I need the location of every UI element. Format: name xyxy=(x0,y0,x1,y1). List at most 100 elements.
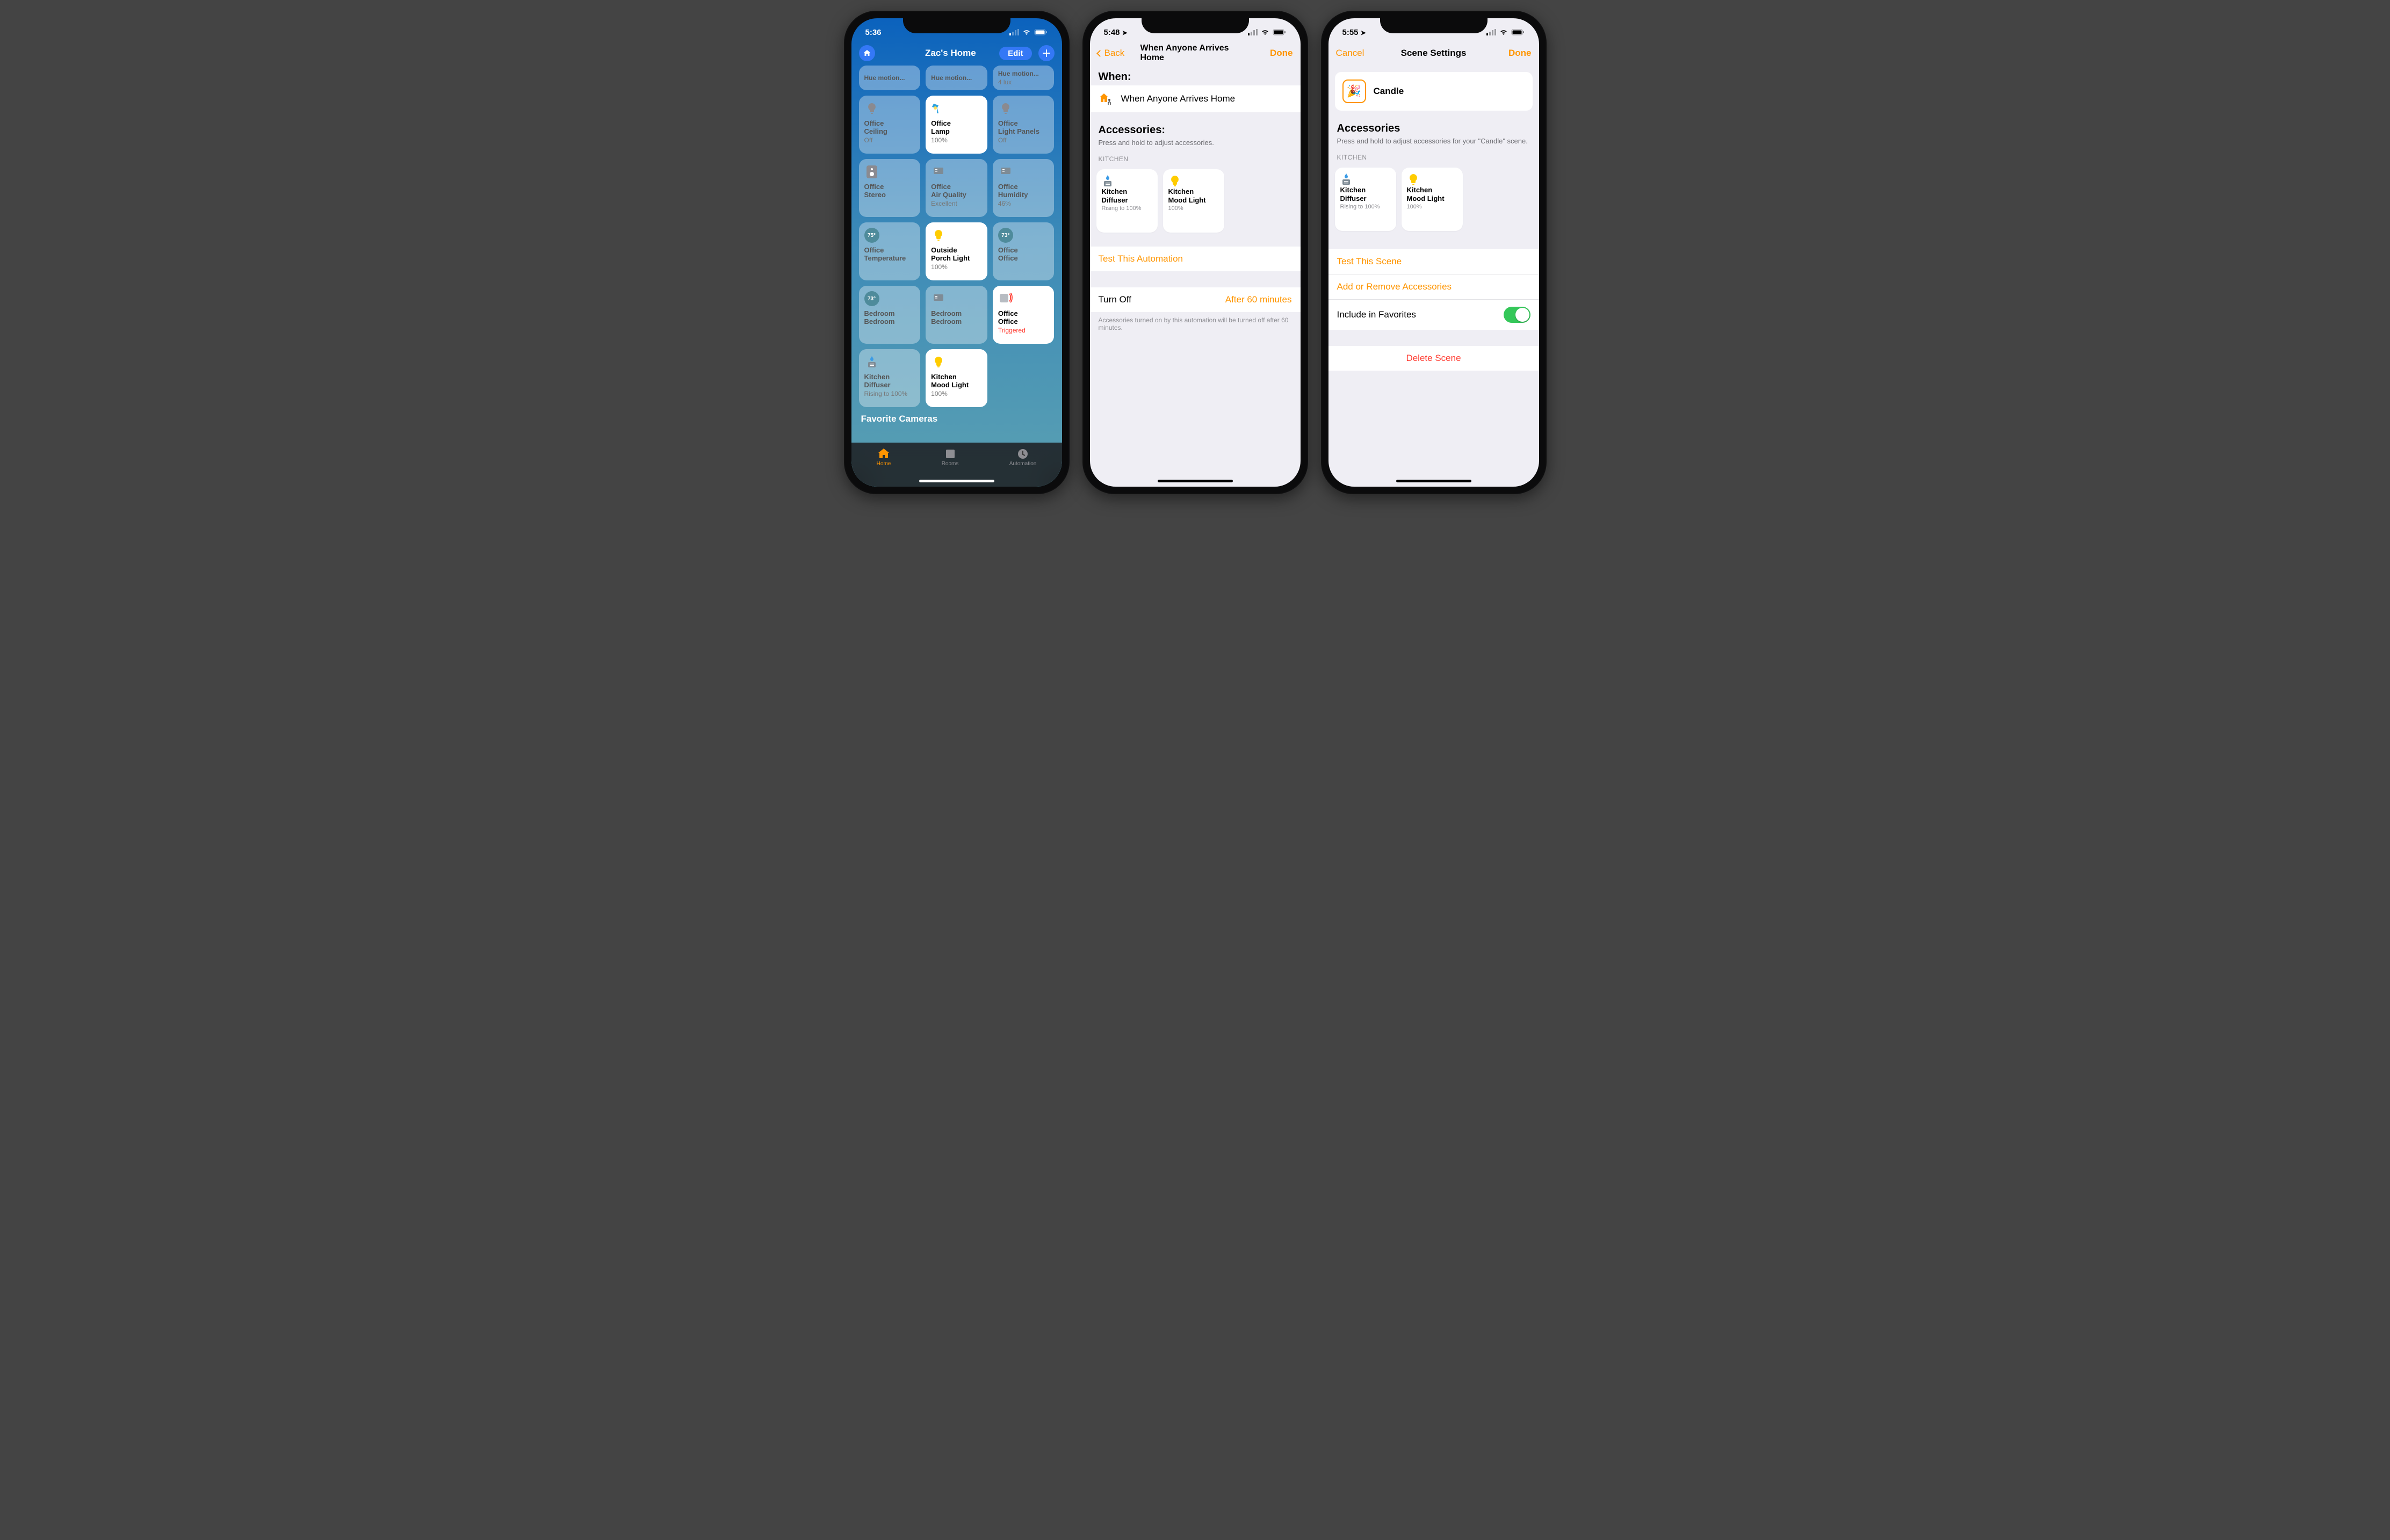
accessory-tile[interactable]: Office Air QualityExcellent xyxy=(926,159,987,217)
location-icon: ➤ xyxy=(1122,29,1128,37)
when-header: When: xyxy=(1090,66,1301,85)
phone-2-automation: 5:48 ➤ Back When Anyone Arrives Home Don… xyxy=(1082,11,1308,494)
air-icon xyxy=(998,164,1013,179)
tile-name: Office Light Panels xyxy=(998,119,1049,136)
tile-status: 100% xyxy=(931,390,982,397)
tile-status: 100% xyxy=(1168,205,1219,212)
status-time: 5:36 xyxy=(865,28,882,37)
tile-name: Office Office xyxy=(998,246,1049,263)
when-row[interactable]: When Anyone Arrives Home xyxy=(1090,85,1301,112)
chevron-left-icon xyxy=(1096,50,1103,57)
accessory-tile[interactable]: Kitchen DiffuserRising to 100% xyxy=(1335,168,1396,231)
group-kitchen: KITCHEN xyxy=(1328,149,1539,164)
diffuser-icon xyxy=(1340,173,1391,186)
cancel-button[interactable]: Cancel xyxy=(1336,48,1379,59)
diffuser-icon xyxy=(1102,175,1152,187)
wifi-icon xyxy=(1022,29,1031,35)
lamp-icon xyxy=(931,101,946,116)
home-indicator[interactable] xyxy=(1396,480,1471,482)
tile-name: Kitchen Mood Light xyxy=(931,373,982,389)
accessory-tile[interactable]: 73° Office Office xyxy=(993,222,1055,280)
accessory-tile[interactable]: Office Lamp100% xyxy=(926,96,987,154)
home-indicator[interactable] xyxy=(919,480,994,482)
accessory-tile[interactable]: Hue motion...4 lux xyxy=(993,66,1055,90)
add-button[interactable] xyxy=(1038,45,1055,61)
add-remove-accessories-button[interactable]: Add or Remove Accessories xyxy=(1328,274,1539,299)
tab-home[interactable]: Home xyxy=(877,447,891,487)
tile-status: 100% xyxy=(1407,204,1457,210)
tile-name: Bedroom Bedroom xyxy=(931,309,982,326)
tile-status: Off xyxy=(864,136,915,144)
tile-name: Kitchen Mood Light xyxy=(1168,187,1219,204)
test-automation-button[interactable]: Test This Automation xyxy=(1090,247,1301,271)
accessory-tile[interactable]: Kitchen Mood Light100% xyxy=(1402,168,1463,231)
tile-name: Office Ceiling xyxy=(864,119,915,136)
back-button[interactable]: Back xyxy=(1097,48,1140,59)
home-menu-button[interactable] xyxy=(859,45,875,61)
bulb-icon xyxy=(998,101,1013,116)
test-scene-button[interactable]: Test This Scene xyxy=(1328,249,1539,274)
phone-3-scene: 5:55 ➤ Cancel Scene Settings Done 🎉 Cand… xyxy=(1321,11,1547,494)
accessory-tile[interactable]: Office Humidity46% xyxy=(993,159,1055,217)
tile-name: Bedroom Bedroom xyxy=(864,309,915,326)
accessory-tile[interactable]: Kitchen Mood Light100% xyxy=(1163,169,1224,233)
scene-name-card[interactable]: 🎉 Candle xyxy=(1335,72,1533,111)
accessory-tile[interactable]: 73° Bedroom Bedroom xyxy=(859,286,921,344)
tile-status: 100% xyxy=(931,136,982,144)
tile-name: Hue motion... xyxy=(864,74,915,82)
include-favorites-toggle[interactable] xyxy=(1504,307,1530,323)
tile-status: Triggered xyxy=(998,327,1049,334)
status-time: 5:55 xyxy=(1342,28,1359,37)
bulb-icon xyxy=(1168,175,1219,187)
accessory-tile[interactable]: Office Stereo xyxy=(859,159,921,217)
page-title: When Anyone Arrives Home xyxy=(1140,44,1250,63)
air-icon xyxy=(931,164,946,179)
tile-name: Kitchen Diffuser xyxy=(1340,186,1391,203)
tile-name: Hue motion... xyxy=(931,74,982,82)
turn-off-footnote: Accessories turned on by this automation… xyxy=(1090,312,1301,336)
accessory-tile[interactable]: Office OfficeTriggered xyxy=(993,286,1055,344)
home-indicator[interactable] xyxy=(1158,480,1233,482)
tile-status: Rising to 100% xyxy=(864,390,915,397)
accessory-tile[interactable]: Kitchen Mood Light100% xyxy=(926,349,987,407)
favorite-cameras-header: Favorite Cameras xyxy=(861,414,1052,424)
tile-status: 4 lux xyxy=(998,78,1049,86)
temp-icon: 73° xyxy=(864,291,879,306)
phone-1-home: 5:36 Zac's Home Edit Hue motion...Hue mo… xyxy=(844,11,1070,494)
tile-name: Hue motion... xyxy=(998,70,1049,77)
accessory-tile[interactable]: Bedroom Bedroom xyxy=(926,286,987,344)
edit-button[interactable]: Edit xyxy=(999,47,1031,60)
temp-icon: 73° xyxy=(998,228,1013,243)
accessories-sub: Press and hold to adjust accessories. xyxy=(1090,139,1301,151)
done-button[interactable]: Done xyxy=(1489,48,1532,59)
battery-icon xyxy=(1511,29,1525,35)
party-popper-icon: 🎉 xyxy=(1342,79,1366,103)
accessory-tile[interactable]: Office CeilingOff xyxy=(859,96,921,154)
accessories-sub: Press and hold to adjust accessories for… xyxy=(1328,137,1539,149)
tile-status: Excellent xyxy=(931,200,982,207)
arrive-home-icon xyxy=(1099,92,1114,105)
tile-name: Office Temperature xyxy=(864,246,915,263)
accessory-tile[interactable]: Hue motion... xyxy=(926,66,987,90)
location-icon: ➤ xyxy=(1361,29,1366,37)
done-button[interactable]: Done xyxy=(1250,48,1293,59)
tile-name: Office Lamp xyxy=(931,119,982,136)
bulb-icon xyxy=(864,101,879,116)
accessory-tile[interactable]: Kitchen DiffuserRising to 100% xyxy=(859,349,921,407)
delete-scene-button[interactable]: Delete Scene xyxy=(1328,346,1539,371)
temp-icon: 75° xyxy=(864,228,879,243)
accessory-tile[interactable]: Office Light PanelsOff xyxy=(993,96,1055,154)
accessory-tile[interactable]: Hue motion... xyxy=(859,66,921,90)
tile-name: Office Stereo xyxy=(864,183,915,199)
turn-off-row[interactable]: Turn Off After 60 minutes xyxy=(1090,287,1301,312)
diffuser-icon xyxy=(864,355,879,370)
cell-signal-icon xyxy=(1486,29,1496,35)
accessory-tile[interactable]: Outside Porch Light100% xyxy=(926,222,987,280)
bulb-icon xyxy=(931,355,946,370)
accessory-tile[interactable]: 75° Office Temperature xyxy=(859,222,921,280)
tab-automation[interactable]: Automation xyxy=(1009,447,1037,487)
page-title: Zac's Home xyxy=(925,48,976,59)
notch xyxy=(1380,18,1488,33)
accessory-tile[interactable]: Kitchen DiffuserRising to 100% xyxy=(1096,169,1158,233)
tile-name: Office Office xyxy=(998,309,1049,326)
